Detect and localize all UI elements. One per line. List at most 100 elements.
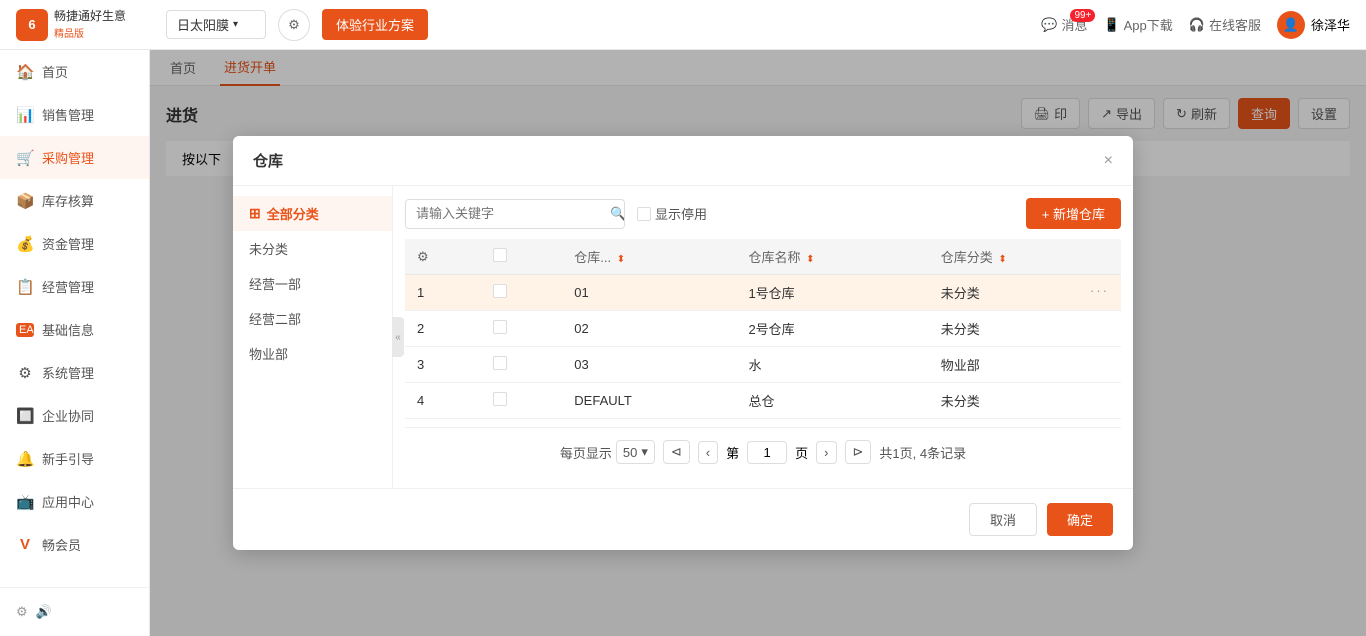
company-selector[interactable]: 日太阳膜 ▾ xyxy=(166,10,266,39)
sidebar-item-enterprise[interactable]: 🔲 企业协同 xyxy=(0,394,149,437)
row3-code: 03 xyxy=(562,347,736,383)
sidebar-item-operations[interactable]: 📋 经营管理 xyxy=(0,265,149,308)
header-row: ⚙ 仓库... ⬍ xyxy=(405,239,1121,275)
modal-overlay: 仓库 × ⊞ 全部分类 未分类 经营一 xyxy=(150,50,1366,636)
sidebar-item-apps[interactable]: 📺 应用中心 xyxy=(0,480,149,523)
row2-select-checkbox[interactable] xyxy=(493,320,507,334)
sidebar-item-basic-info[interactable]: EA 基础信息 xyxy=(0,308,149,351)
sidebar: 🏠 首页 📊 销售管理 🛒 采购管理 📦 库存核算 💰 资金管理 📋 经营管理 … xyxy=(0,50,150,636)
sidebar-item-purchase[interactable]: 🛒 采购管理 xyxy=(0,136,149,179)
cat-label-property: 物业部 xyxy=(249,344,288,363)
finance-icon: 💰 xyxy=(16,235,34,253)
per-page-select[interactable]: 50 ▾ xyxy=(616,440,655,464)
cat-item-ops2[interactable]: 经营二部 xyxy=(233,301,392,336)
logo-text-area: 畅捷通好生意 精品版 xyxy=(54,9,126,40)
row1-actions[interactable]: ··· xyxy=(1090,283,1109,298)
headset-icon: 🎧 xyxy=(1189,17,1205,33)
logo-sub: 精品版 xyxy=(54,25,126,40)
row3-index: 3 xyxy=(405,347,481,383)
top-header: 6 畅捷通好生意 精品版 日太阳膜 ▾ ⚙ 体验行业方案 💬 消息 99+ 📱 … xyxy=(0,0,1366,50)
messages-area[interactable]: 💬 消息 99+ xyxy=(1041,15,1087,34)
trial-button[interactable]: 体验行业方案 xyxy=(322,9,428,40)
search-box: 🔍 xyxy=(405,199,625,229)
col-category: 仓库分类 ⬍ xyxy=(929,239,1121,275)
row1-select-checkbox[interactable] xyxy=(493,284,507,298)
row1-name: 1号仓库 xyxy=(736,275,928,311)
total-info: 共1页, 4条记录 xyxy=(879,443,966,462)
main-layout: 🏠 首页 📊 销售管理 🛒 采购管理 📦 库存核算 💰 资金管理 📋 经营管理 … xyxy=(0,50,1366,636)
row3-name: 水 xyxy=(736,347,928,383)
mobile-icon: 📱 xyxy=(1103,17,1119,33)
per-page-chevron: ▾ xyxy=(641,444,648,460)
col-checkbox[interactable] xyxy=(481,239,562,275)
sidebar-item-guide[interactable]: 🔔 新手引导 xyxy=(0,437,149,480)
row2-index: 2 xyxy=(405,311,481,347)
next-page-button[interactable]: › xyxy=(816,441,836,464)
cat-label-ops1: 经营一部 xyxy=(249,274,301,293)
username-label: 徐泽华 xyxy=(1311,15,1350,34)
confirm-button[interactable]: 确定 xyxy=(1047,503,1113,536)
sidebar-item-inventory[interactable]: 📦 库存核算 xyxy=(0,179,149,222)
row2-name: 2号仓库 xyxy=(736,311,928,347)
row3-select-checkbox[interactable] xyxy=(493,356,507,370)
table-header: ⚙ 仓库... ⬍ xyxy=(405,239,1121,275)
modal-close-button[interactable]: × xyxy=(1104,152,1113,170)
sidebar-item-system[interactable]: ⚙ 系统管理 xyxy=(0,351,149,394)
chevron-down-icon: ▾ xyxy=(233,19,238,30)
select-all-checkbox[interactable] xyxy=(493,248,507,262)
page-label: 第 xyxy=(726,443,739,462)
search-icon[interactable]: 🔍 xyxy=(602,200,625,228)
page-suffix: 页 xyxy=(795,443,808,462)
table-row[interactable]: 2 02 2号仓库 未分类 xyxy=(405,311,1121,347)
first-page-button[interactable]: ⊲ xyxy=(663,440,690,464)
row2-category: 未分类 xyxy=(929,311,1121,347)
table-area: 🔍 显示停用 + 新增仓库 xyxy=(393,186,1133,488)
sidebar-item-home[interactable]: 🏠 首页 xyxy=(0,50,149,93)
col-category-label: 仓库分类 xyxy=(941,250,993,265)
logo-area: 6 畅捷通好生意 精品版 xyxy=(16,9,166,41)
table-row[interactable]: 4 DEFAULT 总仓 未分类 xyxy=(405,383,1121,419)
col-settings[interactable]: ⚙ xyxy=(405,239,481,275)
row1-checkbox[interactable] xyxy=(481,275,562,311)
sidebar-item-finance[interactable]: 💰 资金管理 xyxy=(0,222,149,265)
cat-item-property[interactable]: 物业部 xyxy=(233,336,392,371)
search-input[interactable] xyxy=(406,200,602,227)
show-disabled-checkbox[interactable] xyxy=(637,207,651,221)
row3-category: 物业部 xyxy=(929,347,1121,383)
sidebar-settings-icon-bottom[interactable]: ⚙ 🔊 xyxy=(0,596,149,628)
table-scroll: ⚙ 仓库... ⬍ xyxy=(405,239,1121,419)
row3-checkbox[interactable] xyxy=(481,347,562,383)
online-service-area[interactable]: 🎧 在线客服 xyxy=(1189,15,1261,34)
user-area[interactable]: 👤 徐泽华 xyxy=(1277,11,1350,39)
sort-category-icon[interactable]: ⬍ xyxy=(998,254,1006,265)
app-download-area[interactable]: 📱 App下载 xyxy=(1103,15,1172,34)
page-number-input[interactable] xyxy=(747,441,787,464)
row4-index: 4 xyxy=(405,383,481,419)
sidebar-label-finance: 资金管理 xyxy=(42,234,94,253)
row4-select-checkbox[interactable] xyxy=(493,392,507,406)
company-name: 日太阳膜 xyxy=(177,15,229,34)
sidebar-label-sales: 销售管理 xyxy=(42,105,94,124)
cat-item-all[interactable]: ⊞ 全部分类 xyxy=(233,196,392,231)
last-page-button[interactable]: ⊳ xyxy=(845,440,872,464)
sort-name-icon[interactable]: ⬍ xyxy=(806,254,814,265)
warehouse-modal: 仓库 × ⊞ 全部分类 未分类 经营一 xyxy=(233,136,1133,550)
table-body: 1 01 1号仓库 未分类 xyxy=(405,275,1121,419)
category-collapse-button[interactable]: « xyxy=(392,317,404,357)
row2-checkbox[interactable] xyxy=(481,311,562,347)
table-row[interactable]: 3 03 水 物业部 xyxy=(405,347,1121,383)
sort-code-icon[interactable]: ⬍ xyxy=(617,254,625,265)
show-disabled-label[interactable]: 显示停用 xyxy=(637,204,707,223)
cancel-button[interactable]: 取消 xyxy=(969,503,1037,536)
cat-item-unclassified[interactable]: 未分类 xyxy=(233,231,392,266)
table-row[interactable]: 1 01 1号仓库 未分类 xyxy=(405,275,1121,311)
add-warehouse-button[interactable]: + 新增仓库 xyxy=(1026,198,1121,229)
prev-page-button[interactable]: ‹ xyxy=(698,441,718,464)
logo-icon: 6 xyxy=(16,9,48,41)
settings-gear-button[interactable]: ⚙ xyxy=(278,9,310,41)
row4-checkbox[interactable] xyxy=(481,383,562,419)
sidebar-label-operations: 经营管理 xyxy=(42,277,94,296)
sidebar-item-sales[interactable]: 📊 销售管理 xyxy=(0,93,149,136)
sidebar-item-member[interactable]: V 畅会员 xyxy=(0,523,149,566)
cat-item-ops1[interactable]: 经营一部 xyxy=(233,266,392,301)
